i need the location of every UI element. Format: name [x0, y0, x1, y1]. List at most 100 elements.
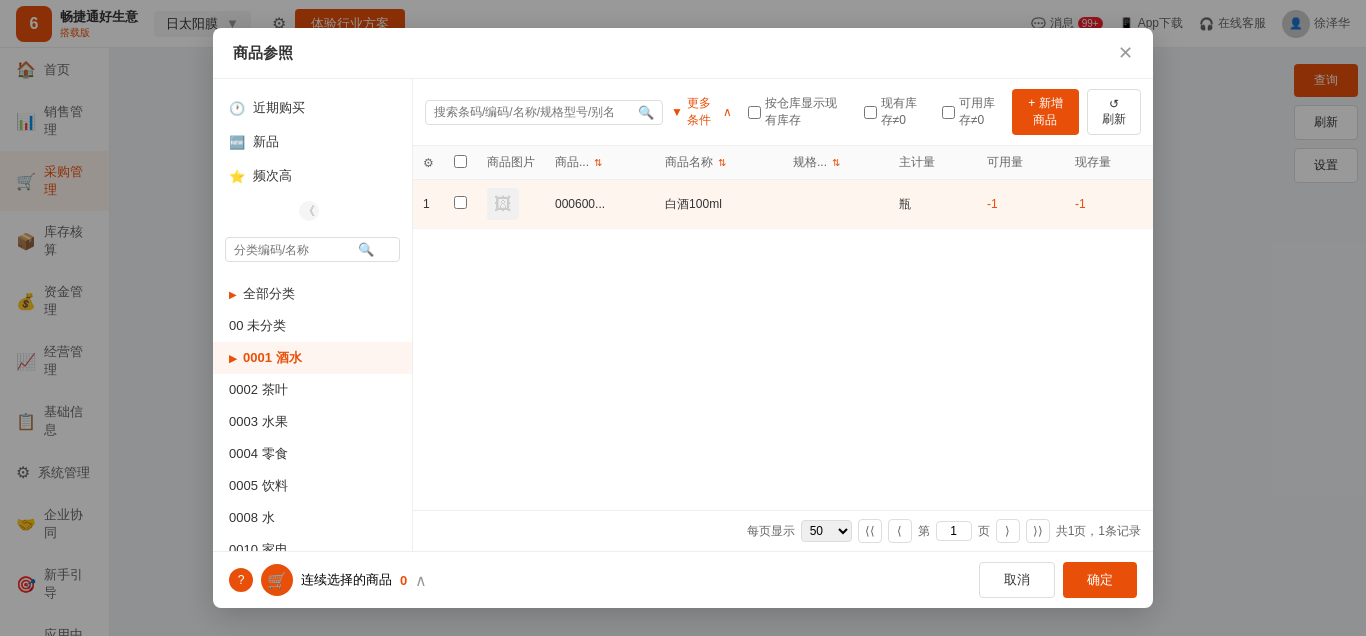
- category-0001[interactable]: ▶ 0001 酒水: [213, 342, 412, 374]
- modal-title: 商品参照: [233, 44, 293, 63]
- warehouse-filter-checkbox-row: 按仓库显示现有库存: [748, 95, 848, 129]
- cart-icon: 🛒: [267, 571, 287, 590]
- pagination: 每页显示 50 100 200 ⟨⟨ ⟨ 第 页 ⟩ ⟩⟩ 共1页，1条记录: [413, 510, 1153, 551]
- available-nonzero-label: 可用库存≠0: [959, 95, 1004, 129]
- category-0002[interactable]: 0002 茶叶: [213, 374, 412, 406]
- category-0008[interactable]: 0008 水: [213, 502, 412, 534]
- warehouse-checkbox-label: 按仓库显示现有库存: [765, 95, 848, 129]
- row-checkbox[interactable]: [454, 196, 467, 209]
- collapse-category-button[interactable]: 《: [299, 201, 319, 221]
- total-info: 共1页，1条记录: [1056, 523, 1141, 540]
- collapse-footer-icon[interactable]: ∧: [415, 571, 427, 590]
- select-all-checkbox[interactable]: [454, 155, 467, 168]
- category-00[interactable]: 00 未分类: [213, 310, 412, 342]
- category-0004[interactable]: 0004 零食: [213, 438, 412, 470]
- col-code-sort-icon: ⇅: [594, 157, 602, 168]
- product-lookup-modal: 商品参照 ✕ 🕐 近期购买 🆕 新品 ⭐ 频次高 《: [213, 28, 1153, 608]
- selected-count: 0: [400, 573, 407, 588]
- category-0003-label: 0003 水果: [229, 413, 288, 431]
- available-nonzero-checkbox-row: 可用库存≠0: [942, 95, 1004, 129]
- selected-info-label: 连续选择的商品: [301, 571, 392, 589]
- category-all[interactable]: ▶ 全部分类: [213, 278, 412, 310]
- col-available: 可用量: [977, 146, 1065, 180]
- help-icon[interactable]: ?: [229, 568, 253, 592]
- prev-page-button[interactable]: ⟨: [888, 519, 912, 543]
- table-row[interactable]: 1 🖼 000600... 白酒100ml 瓶 -1 -1: [413, 180, 1153, 229]
- stock-nonzero-checkbox[interactable]: [864, 106, 877, 119]
- stock-nonzero-checkbox-row: 现有库存≠0: [864, 95, 926, 129]
- category-search-box: 🔍: [225, 237, 400, 262]
- next-page-button[interactable]: ⟩: [996, 519, 1020, 543]
- product-search-box: 🔍: [425, 100, 663, 125]
- category-0008-label: 0008 水: [229, 509, 275, 527]
- category-0001-arrow-icon: ▶: [229, 353, 237, 364]
- col-name-sort-icon: ⇅: [718, 157, 726, 168]
- modal-body: 🕐 近期购买 🆕 新品 ⭐ 频次高 《 🔍: [213, 79, 1153, 551]
- product-table-container: ⚙ 商品图片 商品... ⇅ 商品名称 ⇅: [413, 146, 1153, 510]
- table-header-row: ⚙ 商品图片 商品... ⇅ 商品名称 ⇅: [413, 146, 1153, 180]
- add-product-button[interactable]: + 新增商品: [1012, 89, 1078, 135]
- available-nonzero-checkbox[interactable]: [942, 106, 955, 119]
- category-0003[interactable]: 0003 水果: [213, 406, 412, 438]
- product-image: 🖼: [487, 188, 519, 220]
- category-0010-label: 0010 家电: [229, 541, 288, 551]
- cart-icon-button[interactable]: 🛒: [261, 564, 293, 596]
- row-code: 000600...: [545, 180, 655, 229]
- row-name: 白酒100ml: [655, 180, 783, 229]
- filter-arrow-icon: ∧: [723, 105, 732, 119]
- modal-close-button[interactable]: ✕: [1118, 42, 1133, 64]
- recent-purchases-item[interactable]: 🕐 近期购买: [213, 91, 412, 125]
- modal-overlay: 商品参照 ✕ 🕐 近期购买 🆕 新品 ⭐ 频次高 《: [0, 0, 1366, 636]
- modal-header: 商品参照 ✕: [213, 28, 1153, 79]
- filter-icon: ▼: [671, 105, 683, 119]
- first-page-button[interactable]: ⟨⟨: [858, 519, 882, 543]
- row-img-cell: 🖼: [477, 180, 545, 229]
- cancel-button[interactable]: 取消: [979, 562, 1055, 598]
- row-spec: [783, 180, 889, 229]
- last-page-button[interactable]: ⟩⟩: [1026, 519, 1050, 543]
- per-page-select[interactable]: 50 100 200: [801, 520, 852, 542]
- category-0010[interactable]: 0010 家电: [213, 534, 412, 551]
- category-search-input[interactable]: [234, 243, 354, 257]
- new-products-item[interactable]: 🆕 新品: [213, 125, 412, 159]
- refresh-table-button[interactable]: ↺ 刷新: [1087, 89, 1141, 135]
- category-panel: 🕐 近期购买 🆕 新品 ⭐ 频次高 《 🔍: [213, 79, 413, 551]
- recent-icon: 🕐: [229, 101, 245, 116]
- product-search-input[interactable]: [434, 105, 634, 119]
- page-input[interactable]: [936, 521, 972, 541]
- per-page-label: 每页显示: [747, 523, 795, 540]
- col-spec-sort-icon: ⇅: [832, 157, 840, 168]
- col-code-label: 商品...: [555, 155, 589, 169]
- col-settings[interactable]: ⚙: [413, 146, 444, 180]
- recent-label: 近期购买: [253, 99, 305, 117]
- filter-label: 更多条件: [687, 95, 719, 129]
- category-0001-label: 0001 酒水: [243, 349, 302, 367]
- page-suffix: 页: [978, 523, 990, 540]
- category-0005[interactable]: 0005 饮料: [213, 470, 412, 502]
- page-label: 第: [918, 523, 930, 540]
- category-search-icon[interactable]: 🔍: [358, 242, 374, 257]
- confirm-button[interactable]: 确定: [1063, 562, 1137, 598]
- row-available: -1: [977, 180, 1065, 229]
- stock-nonzero-label: 现有库存≠0: [881, 95, 926, 129]
- frequent-items[interactable]: ⭐ 频次高: [213, 159, 412, 193]
- more-filters-button[interactable]: ▼ 更多条件 ∧: [671, 95, 732, 129]
- col-unit-label: 主计量: [899, 155, 935, 169]
- col-name-label: 商品名称: [665, 155, 713, 169]
- col-unit[interactable]: 主计量: [889, 146, 977, 180]
- col-product-code[interactable]: 商品... ⇅: [545, 146, 655, 180]
- col-checkbox: [444, 146, 477, 180]
- category-0004-label: 0004 零食: [229, 445, 288, 463]
- col-spec[interactable]: 规格... ⇅: [783, 146, 889, 180]
- product-table: ⚙ 商品图片 商品... ⇅ 商品名称 ⇅: [413, 146, 1153, 229]
- product-search-icon[interactable]: 🔍: [638, 105, 654, 120]
- col-product-name[interactable]: 商品名称 ⇅: [655, 146, 783, 180]
- freq-label: 频次高: [253, 167, 292, 185]
- content-panel: 🔍 ▼ 更多条件 ∧ 按仓库显示现有库存 现有库存≠0: [413, 79, 1153, 551]
- col-stock: 现存量: [1065, 146, 1153, 180]
- row-num: 1: [413, 180, 444, 229]
- new-icon: 🆕: [229, 135, 245, 150]
- toolbar-right: + 新增商品 ↺ 刷新: [1012, 89, 1141, 135]
- col-spec-label: 规格...: [793, 155, 827, 169]
- warehouse-checkbox[interactable]: [748, 106, 761, 119]
